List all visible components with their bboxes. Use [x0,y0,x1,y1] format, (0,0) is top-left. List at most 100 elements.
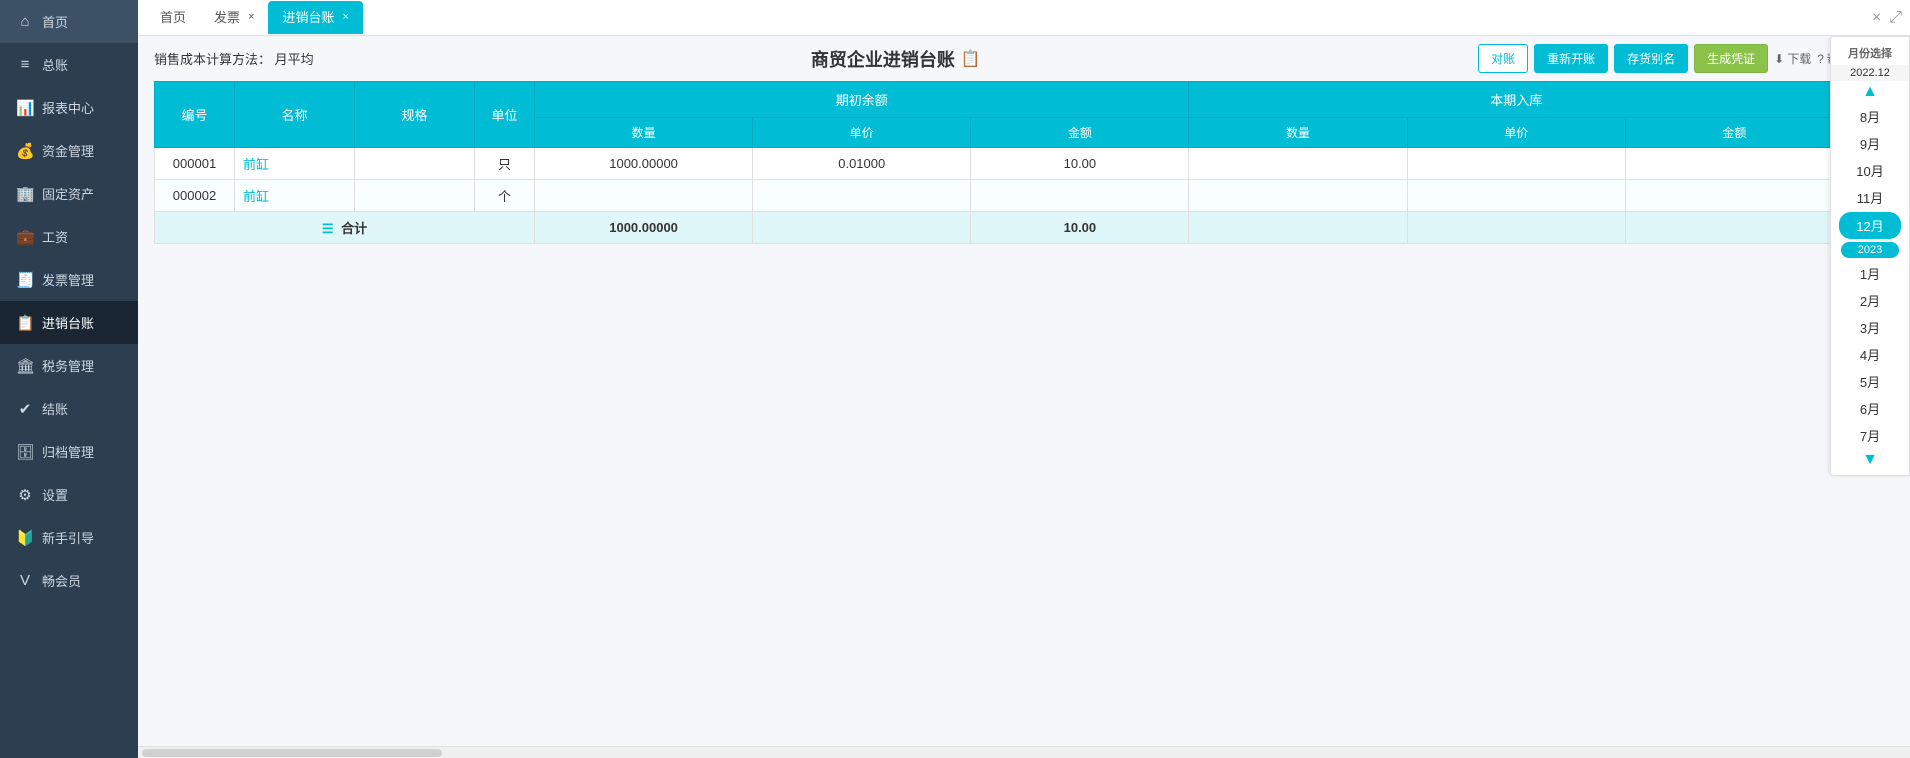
toolbar: 销售成本计算方法： 月平均 商贸企业进销台账 📋 对账 重新开账 存货别名 生成… [138,36,1910,81]
window-maximize-button[interactable]: ⤢ [1889,9,1902,27]
sidebar-item-checkout[interactable]: ✔ 结账 [0,387,138,430]
sidebar-item-guide[interactable]: 🔰 新手引导 [0,516,138,559]
cost-method-label: 销售成本计算方法： 月平均 [154,49,314,68]
month-2[interactable]: 2月 [1831,287,1909,314]
sidebar-item-home[interactable]: ⌂ 首页 [0,0,138,43]
col-inbound-qty-header: 数量 [1189,118,1407,148]
sidebar-item-label: 资金管理 [42,141,94,160]
cell-inbound-amount [1625,148,1843,180]
sidebar-item-purchase-ledger[interactable]: 📋 进销台账 [0,301,138,344]
sidebar-item-invoice-mgmt[interactable]: 🧾 发票管理 [0,258,138,301]
guide-icon: 🔰 [16,529,34,547]
table-row: 000002 前缸 个 [155,180,1894,212]
sidebar-item-ledger[interactable]: ≡ 总账 [0,43,138,86]
tab-bar: 首页 发票 × 进销台账 × × ⤢ [138,0,1910,36]
cell-code: 000001 [155,148,235,180]
month-5[interactable]: 5月 [1831,368,1909,395]
download-icon: ⬇ [1774,52,1784,66]
cell-spec [355,148,475,180]
reconcile-button[interactable]: 对账 [1478,44,1528,73]
col-inbound-header: 本期入库 [1189,82,1844,118]
cell-opening-qty [535,180,753,212]
sidebar-item-label: 税务管理 [42,356,94,375]
horizontal-scrollbar[interactable] [142,749,442,757]
cell-inbound-qty [1189,148,1407,180]
month-10[interactable]: 10月 [1831,157,1909,184]
help-icon: ? [1817,52,1824,66]
archive-icon: 🗄 [16,443,34,461]
cell-opening-qty: 1000.00000 [535,148,753,180]
sidebar-item-label: 首页 [42,12,68,31]
save-alias-button[interactable]: 存货别名 [1614,44,1688,73]
generate-button[interactable]: 生成凭证 [1694,44,1768,73]
sidebar-item-archive[interactable]: 🗄 归档管理 [0,430,138,473]
total-inbound-qty [1189,212,1407,244]
invoice-icon: 🧾 [16,271,34,289]
sidebar-item-reports[interactable]: 📊 报表中心 [0,86,138,129]
cell-opening-amount [971,180,1189,212]
table-header-row1: 编号 名称 规格 单位 期初余额 本期入库 数 [155,82,1894,118]
month-panel-year-2022: 2022.12 [1831,65,1909,81]
total-opening-amount: 10.00 [971,212,1189,244]
tab-invoice[interactable]: 发票 × [200,1,268,34]
month-1[interactable]: 1月 [1831,260,1909,287]
cell-spec [355,180,475,212]
cell-inbound-qty [1189,180,1407,212]
scroll-up-arrow[interactable]: ▲ [1862,81,1878,103]
sidebar-item-assets[interactable]: 🏢 固定资产 [0,172,138,215]
sidebar-item-vip[interactable]: V 畅会员 [0,559,138,602]
table-row: 000001 前缸 只 1000.00000 0.01000 10.00 [155,148,1894,180]
cell-code: 000002 [155,180,235,212]
sidebar-item-funds[interactable]: 💰 资金管理 [0,129,138,172]
sidebar-item-settings[interactable]: ⚙ 设置 [0,473,138,516]
cell-inbound-price [1407,148,1625,180]
sidebar-item-label: 设置 [42,485,68,504]
sidebar-item-label: 畅会员 [42,571,81,590]
month-11[interactable]: 11月 [1831,184,1909,211]
page-title: 商贸企业进销台账 📋 [314,46,1478,72]
scrollbar-area [138,746,1910,758]
cell-unit: 个 [475,180,535,212]
cell-inbound-price [1407,180,1625,212]
col-inbound-price-header: 单价 [1407,118,1625,148]
content-area: 销售成本计算方法： 月平均 商贸企业进销台账 📋 对账 重新开账 存货别名 生成… [138,36,1910,758]
col-opening-balance-header: 期初余额 [535,82,1189,118]
tab-invoice-close[interactable]: × [248,11,254,23]
month-panel: 月份选择 2022.12 ▲ 8月 9月 10月 11月 12月 2023 1月… [1830,36,1910,476]
tab-purchase-ledger-label: 进销台账 [282,7,334,26]
month-3[interactable]: 3月 [1831,314,1909,341]
tab-purchase-ledger-close[interactable]: × [342,11,348,23]
tab-home[interactable]: 首页 [146,1,200,34]
month-7[interactable]: 7月 [1831,422,1909,449]
download-button[interactable]: ⬇ 下载 [1774,50,1811,67]
tab-purchase-ledger[interactable]: 进销台账 × [268,1,362,34]
col-inbound-amount-header: 金额 [1625,118,1843,148]
sidebar-item-tax[interactable]: 🏛 税务管理 [0,344,138,387]
sidebar-item-label: 结账 [42,399,68,418]
cell-name: 前缸 [235,180,355,212]
month-9[interactable]: 9月 [1831,130,1909,157]
col-opening-qty-header: 数量 [535,118,753,148]
salary-icon: 💼 [16,228,34,246]
col-code-header: 编号 [155,82,235,148]
month-6[interactable]: 6月 [1831,395,1909,422]
tab-invoice-label: 发票 [214,7,240,26]
total-inbound-amount [1625,212,1843,244]
total-label: ☰ 合计 [155,212,535,244]
sidebar-item-label: 新手引导 [42,528,94,547]
month-4[interactable]: 4月 [1831,341,1909,368]
sidebar: ⌂ 首页 ≡ 总账 📊 报表中心 💰 资金管理 🏢 固定资产 💼 工资 🧾 发票… [0,0,138,758]
reopen-button[interactable]: 重新开账 [1534,44,1608,73]
sidebar-item-salary[interactable]: 💼 工资 [0,215,138,258]
reports-icon: 📊 [16,99,34,117]
month-12[interactable]: 12月 [1839,212,1901,239]
month-8[interactable]: 8月 [1831,103,1909,130]
sidebar-item-label: 报表中心 [42,98,94,117]
purchase-ledger-icon: 📋 [16,314,34,332]
col-opening-amount-header: 金额 [971,118,1189,148]
cell-opening-amount: 10.00 [971,148,1189,180]
scroll-down-arrow[interactable]: ▼ [1862,449,1878,471]
year-2023-badge: 2023 [1841,242,1899,258]
window-close-button[interactable]: × [1872,9,1881,27]
col-opening-price-header: 单价 [753,118,971,148]
